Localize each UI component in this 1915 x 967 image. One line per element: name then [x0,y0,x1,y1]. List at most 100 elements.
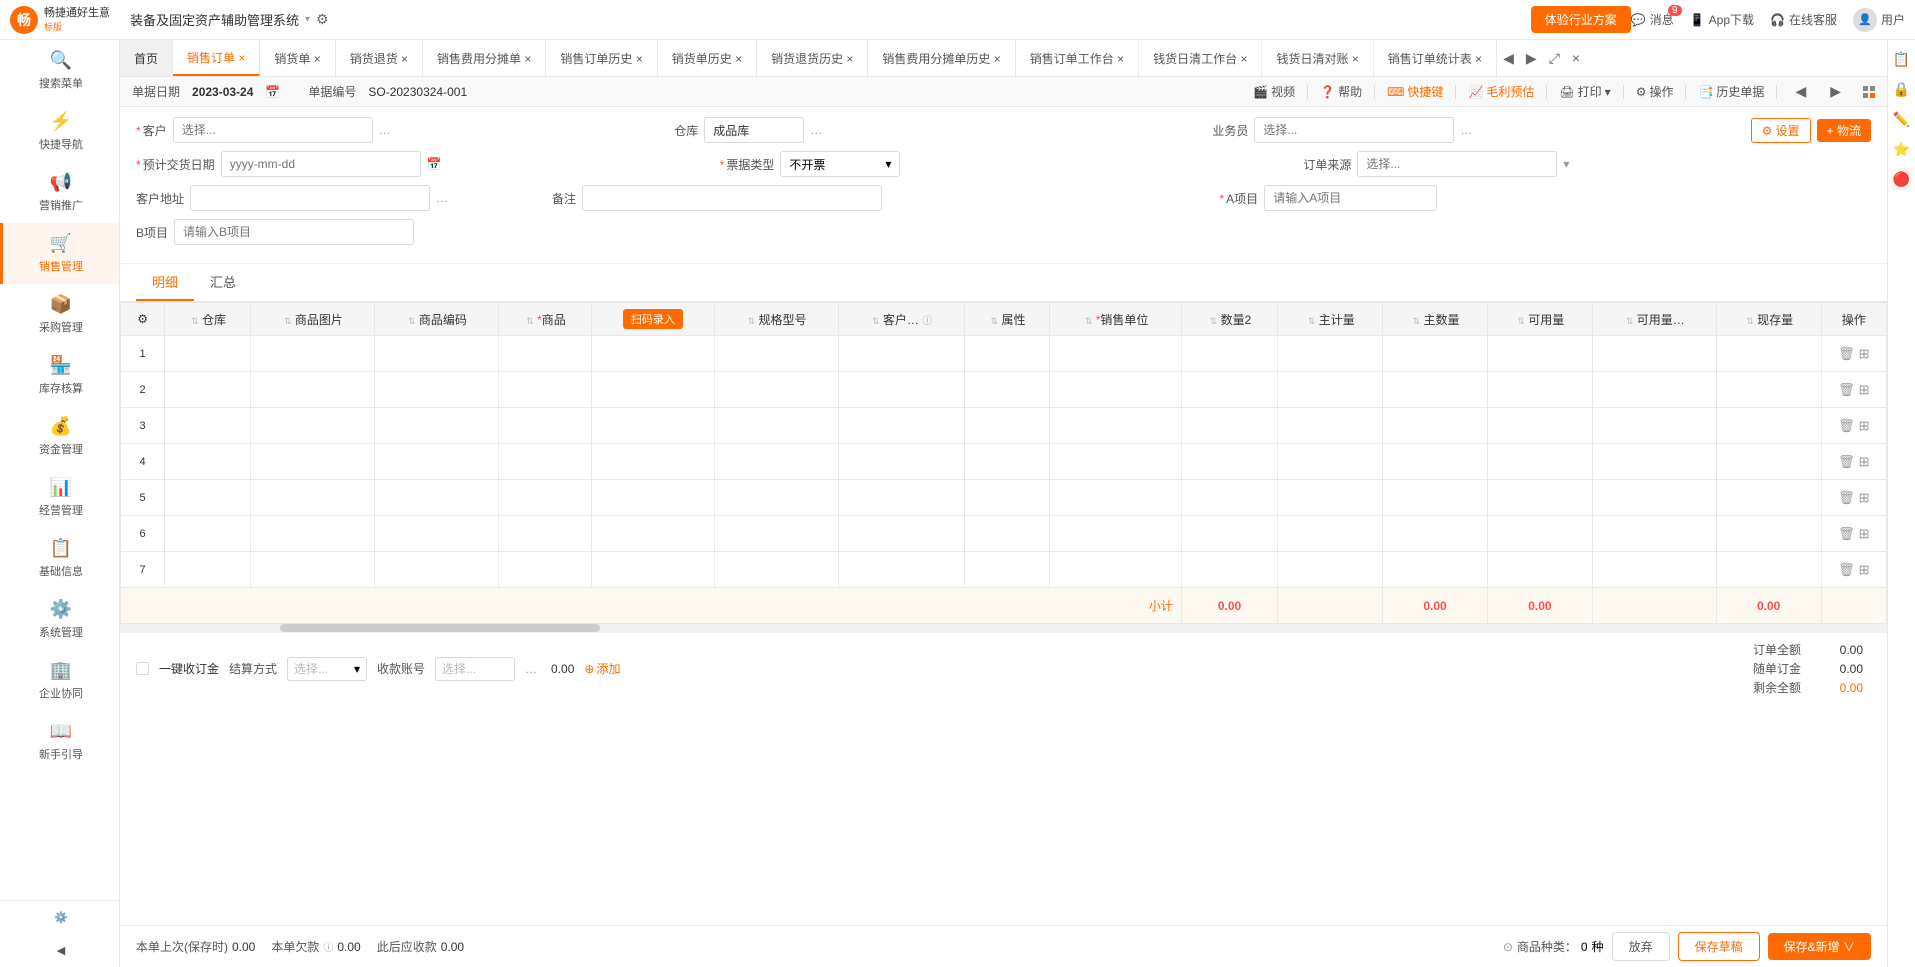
row-1-warehouse[interactable] [165,336,251,372]
row-3-warehouse[interactable] [165,408,251,444]
right-btn-4[interactable]: ⭐ [1891,138,1913,160]
customer-code-help[interactable]: ⓘ [922,316,932,327]
tab-sales-order[interactable]: 销售订单 × [173,40,260,76]
row-1-unit[interactable] [1050,336,1181,372]
tab-sales-order-history[interactable]: 销售订单历史 × [546,40,657,76]
account-select[interactable]: 选择... [435,657,515,681]
right-btn-2[interactable]: 🔒 [1891,78,1913,100]
sidebar-item-guide[interactable]: 📖 新手引导 [0,711,119,772]
b-project-input[interactable] [174,219,414,245]
row-1-image[interactable] [250,336,374,372]
sidebar-item-enterprise[interactable]: 🏢 企业协同 [0,650,119,711]
row-3-delete-icon[interactable]: 🗑 [1838,418,1855,434]
address-more-icon[interactable]: … [436,191,448,205]
sidebar-item-marketing[interactable]: 📢 营销推广 [0,162,119,223]
deposit-checkbox[interactable] [136,662,149,675]
a-project-input[interactable] [1264,185,1437,211]
row-2-unit[interactable] [1050,372,1181,408]
sort-product[interactable]: ⇅ [526,316,534,326]
right-btn-5[interactable]: 🔴 [1891,168,1913,190]
sidebar-item-search[interactable]: 🔍 搜索菜单 [0,40,119,101]
row-2-warehouse[interactable] [165,372,251,408]
row-1-customer-code[interactable] [838,336,964,372]
col-header-gear[interactable]: ⚙ [121,303,165,336]
toolbar-grid-icon[interactable] [1863,86,1875,98]
toolbar-print[interactable]: 🖨 打印 ▾ [1559,83,1610,100]
payment-method-select[interactable]: 选择... ▾ [287,657,367,681]
tab-sales-return[interactable]: 销货退货 × [336,40,423,76]
toolbar-help[interactable]: ❓ 帮助 [1320,83,1362,100]
next-help-icon[interactable]: ⓘ [323,939,333,954]
scan-btn[interactable]: 扫码录入 [623,309,683,329]
system-dropdown-icon[interactable]: ▾ [305,14,310,25]
toolbar-shortcut[interactable]: ⌨ 快捷键 [1387,83,1443,100]
remark-input[interactable] [582,185,882,211]
toolbar-nav-prev[interactable]: ◀ [1789,83,1812,100]
row-6-delete-icon[interactable]: 🗑 [1838,526,1855,542]
tab-order-workbench[interactable]: 销售订单工作台 × [1016,40,1139,76]
row-5-copy-icon[interactable]: ⊞ [1859,490,1870,506]
row-2-code[interactable] [374,372,498,408]
row-2-main-qty[interactable] [1383,372,1488,408]
row-1-code[interactable] [374,336,498,372]
message-icon-item[interactable]: 💬 消息 9 [1631,11,1674,28]
user-item[interactable]: 👤 用户 [1853,8,1905,32]
row-6-copy-icon[interactable]: ⊞ [1859,526,1870,542]
row-5-delete-icon[interactable]: 🗑 [1838,490,1855,506]
system-settings-icon[interactable]: ⚙ [316,11,329,28]
row-4-copy-icon[interactable]: ⊞ [1859,454,1870,470]
delivery-date-input[interactable] [221,151,421,177]
sidebar-item-inventory[interactable]: 🏪 库存核算 [0,345,119,406]
sidebar-settings-btn[interactable]: ⚙️ [0,901,119,934]
row-2-product[interactable] [498,372,591,408]
tab-nav-next[interactable]: ▶ [1520,50,1543,67]
sidebar-item-purchase[interactable]: 📦 采购管理 [0,284,119,345]
toolbar-history[interactable]: 📑 历史单据 [1698,83,1764,100]
sidebar-item-operations[interactable]: 📊 经营管理 [0,467,119,528]
tab-close[interactable]: × [1566,50,1586,66]
tab-daily-workbench[interactable]: 钱货日清工作台 × [1139,40,1262,76]
calendar2-icon[interactable]: 📅 [427,157,442,171]
row-3-copy-icon[interactable]: ⊞ [1859,418,1870,434]
row-1-spec[interactable] [714,336,838,372]
toolbar-nav-next[interactable]: ▶ [1824,83,1847,100]
sidebar-item-quick[interactable]: ⚡ 快捷导航 [0,101,119,162]
row-1-available2[interactable] [1592,336,1716,372]
sidebar-item-system[interactable]: ⚙️ 系统管理 [0,589,119,650]
tab-sales-stats[interactable]: 销售订单统计表 × [1374,40,1497,76]
row-1-main-qty[interactable] [1383,336,1488,372]
sort-unit[interactable]: ⇅ [1085,316,1093,326]
staff-input[interactable] [1254,117,1454,143]
tab-goods-history[interactable]: 销货单历史 × [658,40,757,76]
row-2-attribute[interactable] [964,372,1050,408]
tab-home[interactable]: 首页 [120,40,173,76]
row-2-customer-code[interactable] [838,372,964,408]
app-download-item[interactable]: 📱 App下载 [1690,11,1754,28]
row-3-image[interactable] [250,408,374,444]
row-1-available[interactable] [1487,336,1592,372]
calendar-icon[interactable]: 📅 [265,85,280,99]
row-7-copy-icon[interactable]: ⊞ [1859,562,1870,578]
sort-code[interactable]: ⇅ [408,316,416,326]
row-3-product[interactable] [498,408,591,444]
sidebar-item-finance[interactable]: 💰 资金管理 [0,406,119,467]
right-btn-1[interactable]: 📋 [1891,48,1913,70]
row-2-copy-icon[interactable]: ⊞ [1859,382,1870,398]
address-input[interactable] [190,185,430,211]
sort-warehouse[interactable]: ⇅ [191,316,199,326]
toolbar-profit[interactable]: 📈 毛利预估 [1468,83,1534,100]
tab-sales-goods[interactable]: 销货单 × [260,40,335,76]
row-2-current[interactable] [1716,372,1821,408]
row-1-qty2[interactable] [1181,336,1277,372]
sidebar-collapse-btn[interactable]: ◀ [0,934,119,967]
row-2-image[interactable] [250,372,374,408]
sort-customer-code[interactable]: ⇅ [872,316,880,326]
print-dropdown[interactable]: ▾ [1605,85,1611,99]
toolbar-operation[interactable]: ⚙ 操作 [1636,83,1674,100]
row-2-qty2[interactable] [1181,372,1277,408]
row-1-product[interactable] [498,336,591,372]
sort-qty2[interactable]: ⇅ [1210,316,1218,326]
invoice-type-select[interactable]: 不开票 ▾ [780,151,900,177]
row-2-delete-icon[interactable]: 🗑 [1838,382,1855,398]
toolbar-preview[interactable]: 🎬 视频 [1253,83,1295,100]
